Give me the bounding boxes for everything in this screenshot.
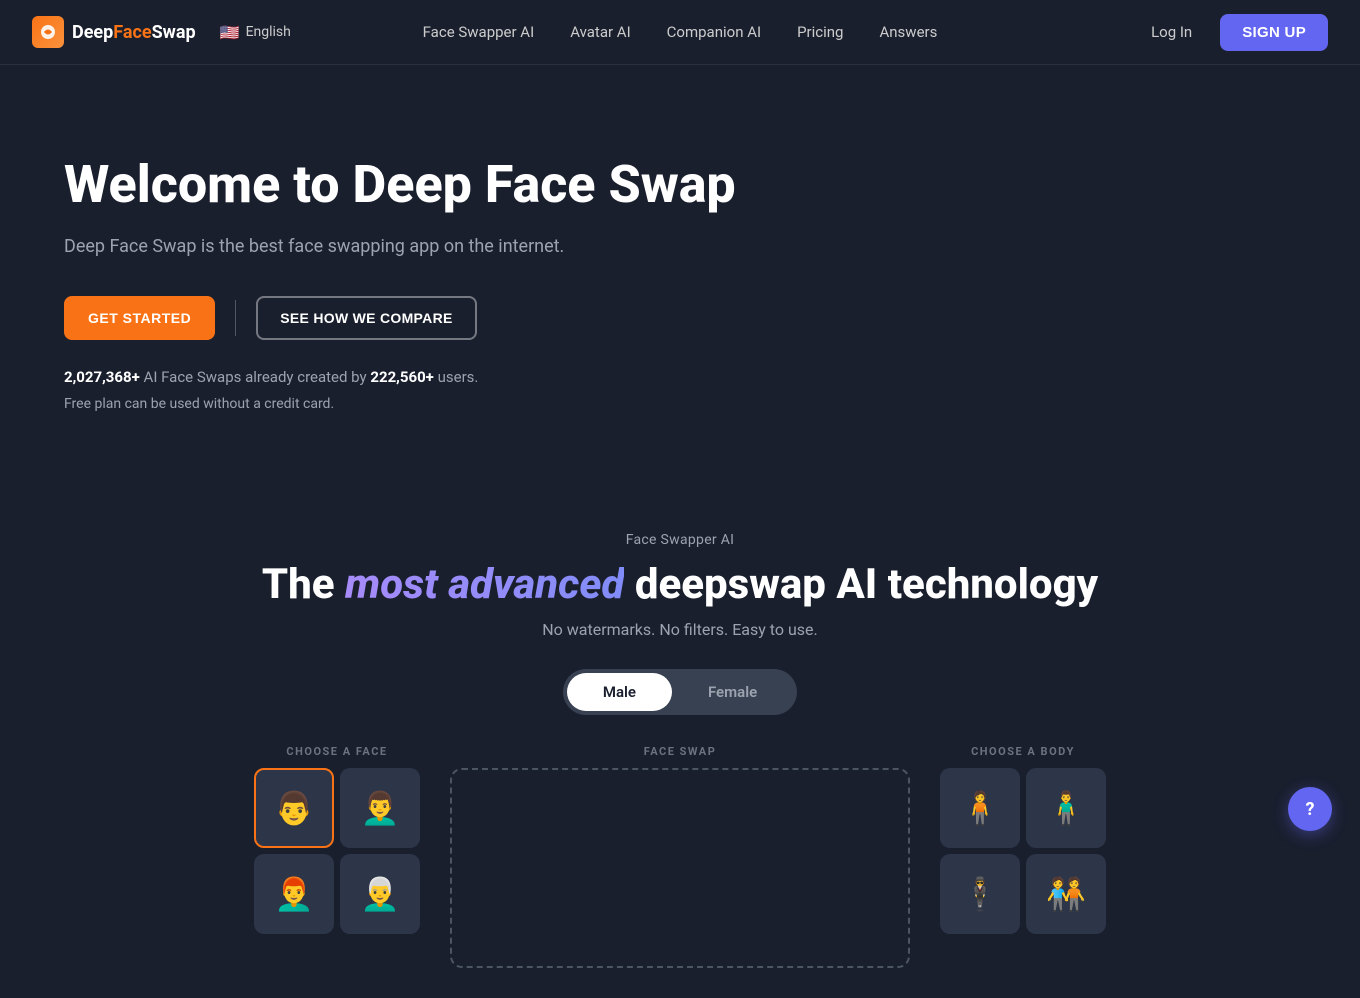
title-suffix-text: deepswap AI technology: [635, 560, 1098, 609]
face-item-3[interactable]: 👨‍🦳: [340, 854, 420, 934]
body-item-2[interactable]: 🕴️: [940, 854, 1020, 934]
face-item-1[interactable]: 👨‍🦱: [340, 768, 420, 848]
see-how-we-compare-button[interactable]: SEE HOW WE COMPARE: [256, 296, 476, 340]
face-avatar-3: 👨‍🦳: [340, 854, 420, 934]
logo-text: DeepFaceSwap: [72, 22, 196, 43]
section-subtitle: No watermarks. No filters. Easy to use.: [0, 620, 1360, 639]
gender-toggle: Male Female: [563, 669, 797, 715]
navbar-left: DeepFaceSwap 🇺🇸 English: [32, 16, 291, 48]
toggle-female[interactable]: Female: [672, 673, 793, 711]
face-item-0[interactable]: 👨: [254, 768, 334, 848]
demo-section: CHOOSE A FACE 👨 👨‍🦱 👨‍🦰 👨‍🦳 FACE SWAP: [0, 745, 1360, 988]
stats-label-text: AI Face Swaps already created by: [144, 368, 367, 386]
nav-item-answers[interactable]: Answers: [865, 15, 951, 49]
choose-body-label: CHOOSE A BODY: [971, 745, 1075, 758]
face-grid: 👨 👨‍🦱 👨‍🦰 👨‍🦳: [254, 768, 420, 934]
hero-stats: 2,027,368+ AI Face Swaps already created…: [64, 368, 736, 386]
hero-title: Welcome to Deep Face Swap: [64, 155, 736, 215]
hero-subtitle: Deep Face Swap is the best face swapping…: [64, 233, 736, 260]
face-item-2[interactable]: 👨‍🦰: [254, 854, 334, 934]
body-avatar-1: 🧍‍♂️: [1026, 768, 1106, 848]
body-item-0[interactable]: 🧍: [940, 768, 1020, 848]
choose-face-label: CHOOSE A FACE: [286, 745, 387, 758]
face-swap-label: FACE SWAP: [644, 745, 717, 758]
title-italic: most advanced: [345, 560, 624, 609]
section-title: The most advanced deepswap AI technology: [0, 560, 1360, 610]
navbar: DeepFaceSwap 🇺🇸 English Face Swapper AI …: [0, 0, 1360, 65]
nav-item-companion-ai[interactable]: Companion AI: [653, 15, 775, 49]
language-label: English: [246, 24, 291, 40]
face-avatar-0: 👨: [256, 770, 332, 846]
body-avatar-0: 🧍: [940, 768, 1020, 848]
body-avatar-3: 🧑‍🤝‍🧑: [1026, 854, 1106, 934]
logo[interactable]: DeepFaceSwap: [32, 16, 196, 48]
face-avatar-1: 👨‍🦱: [340, 768, 420, 848]
stats-suffix-text: users.: [438, 368, 479, 386]
body-avatar-2: 🕴️: [940, 854, 1020, 934]
section-tag: Face Swapper AI: [0, 532, 1360, 548]
get-started-button[interactable]: GET STARTED: [64, 296, 215, 340]
hero-buttons: GET STARTED SEE HOW WE COMPARE: [64, 296, 736, 340]
choose-body-column: CHOOSE A BODY 🧍 🧍‍♂️ 🕴️ 🧑‍🤝‍🧑: [940, 745, 1106, 934]
logo-icon: [32, 16, 64, 48]
nav-item-pricing[interactable]: Pricing: [783, 15, 857, 49]
stats-users-count2: 222,560+: [370, 368, 434, 386]
hero-section: Welcome to Deep Face Swap Deep Face Swap…: [0, 65, 800, 472]
language-selector[interactable]: 🇺🇸 English: [220, 23, 291, 42]
stats-swaps-count: 2,027,368+: [64, 368, 140, 386]
nav-item-avatar-ai[interactable]: Avatar AI: [556, 15, 644, 49]
face-swap-center: FACE SWAP: [450, 745, 910, 968]
button-divider: [235, 300, 236, 336]
face-avatar-2: 👨‍🦰: [254, 854, 334, 934]
choose-face-column: CHOOSE A FACE 👨 👨‍🦱 👨‍🦰 👨‍🦳: [254, 745, 420, 934]
login-button[interactable]: Log In: [1139, 15, 1204, 49]
signup-button[interactable]: SIGN UP: [1220, 14, 1328, 51]
free-plan-note: Free plan can be used without a credit c…: [64, 396, 736, 412]
toggle-male[interactable]: Male: [567, 673, 672, 711]
body-item-1[interactable]: 🧍‍♂️: [1026, 768, 1106, 848]
navbar-auth: Log In SIGN UP: [1139, 14, 1328, 51]
face-swapper-section: Face Swapper AI The most advanced deepsw…: [0, 512, 1360, 998]
body-item-3[interactable]: 🧑‍🤝‍🧑: [1026, 854, 1106, 934]
help-button[interactable]: ?: [1288, 787, 1332, 831]
title-prefix: The: [262, 560, 335, 609]
swap-dropzone[interactable]: [450, 768, 910, 968]
nav-menu: Face Swapper AI Avatar AI Companion AI P…: [409, 15, 952, 49]
body-grid: 🧍 🧍‍♂️ 🕴️ 🧑‍🤝‍🧑: [940, 768, 1106, 934]
flag-icon: 🇺🇸: [220, 23, 240, 42]
nav-item-face-swapper-ai[interactable]: Face Swapper AI: [409, 15, 549, 49]
